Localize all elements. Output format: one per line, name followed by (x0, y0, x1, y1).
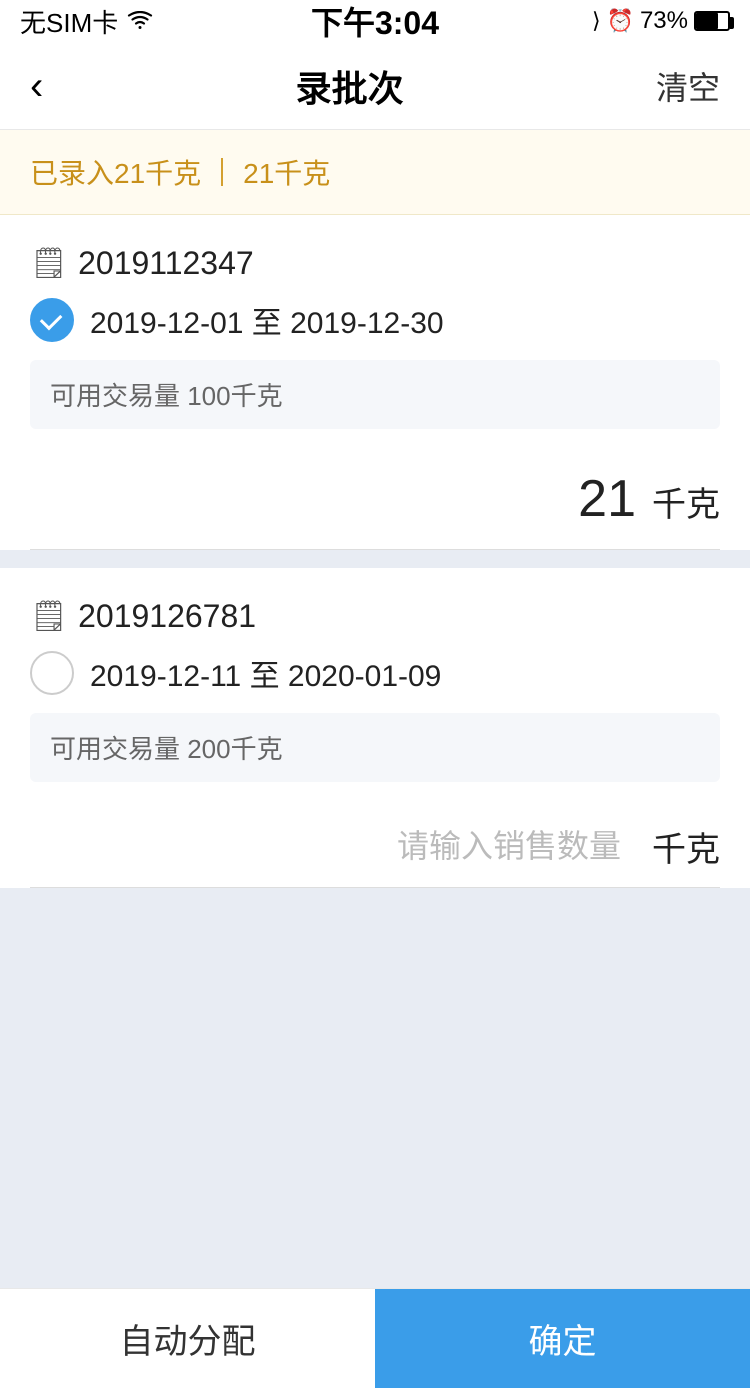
batch-2-input-row[interactable]: 千克 (0, 802, 750, 871)
batch-1-unit: 千克 (652, 477, 720, 526)
batch-1-date: 2019-12-01 至 2019-12-30 (90, 298, 444, 342)
batch-1-avail: 可用交易量 100千克 (30, 360, 720, 429)
battery-text: 73% (640, 7, 688, 35)
bottom-bar: 自动分配 确定 (0, 1288, 750, 1388)
nav-bar: ‹ 录批次 清空 (0, 42, 750, 130)
batch-card-2: 🗒 2019126781 2019-12-11 至 2020-01-09 可用交… (0, 568, 750, 888)
batch-1-amount-row: 21 千克 (0, 449, 750, 549)
batch-2-avail: 可用交易量 200千克 (30, 713, 720, 782)
status-right: ⟩ ⏰ 73% (592, 7, 730, 35)
info-banner: 已录入21千克 21千克 (0, 130, 750, 215)
battery-icon (694, 11, 730, 31)
batch-1-radio[interactable] (30, 298, 74, 342)
empty-area (0, 888, 750, 1288)
wifi-icon (126, 11, 154, 31)
page-title: 录批次 (296, 60, 404, 112)
batch-1-doc-icon: 🗒 (30, 246, 68, 281)
batch-1-id: 2019112347 (78, 245, 254, 282)
location-icon: ⟩ (592, 8, 601, 34)
sim-text: 无SIM卡 (20, 3, 118, 40)
status-time: 下午3:04 (311, 0, 439, 44)
quantity-input[interactable] (30, 828, 636, 865)
batch-1-date-row[interactable]: 2019-12-01 至 2019-12-30 (30, 298, 720, 342)
batch-item-1: 🗒 2019112347 2019-12-01 至 2019-12-30 可用交… (0, 215, 750, 429)
batch-2-unit: 千克 (652, 822, 720, 871)
batch-1-amount: 21 (578, 469, 636, 529)
batch-item-2: 🗒 2019126781 2019-12-11 至 2020-01-09 可用交… (0, 568, 750, 782)
info-value: 21千克 (243, 152, 330, 192)
batch-2-date: 2019-12-11 至 2020-01-09 (90, 651, 441, 695)
batch-2-doc-icon: 🗒 (30, 599, 68, 634)
info-recorded-label: 已录入21千克 (30, 152, 201, 192)
status-bar: 无SIM卡 下午3:04 ⟩ ⏰ 73% (0, 0, 750, 42)
batch-2-id: 2019126781 (78, 598, 256, 635)
batch-2-date-row[interactable]: 2019-12-11 至 2020-01-09 (30, 651, 720, 695)
batch-2-header: 🗒 2019126781 (30, 598, 720, 635)
confirm-button[interactable]: 确定 (375, 1289, 750, 1388)
auto-distribute-button[interactable]: 自动分配 (0, 1289, 375, 1388)
batch-card-1: 🗒 2019112347 2019-12-01 至 2019-12-30 可用交… (0, 215, 750, 550)
info-divider (221, 158, 223, 186)
alarm-icon: ⏰ (607, 8, 634, 34)
clear-button[interactable]: 清空 (656, 63, 720, 109)
batch-2-radio[interactable] (30, 651, 74, 695)
back-button[interactable]: ‹ (30, 66, 43, 106)
status-left: 无SIM卡 (20, 3, 154, 40)
card-separator (0, 550, 750, 568)
batch-1-header: 🗒 2019112347 (30, 245, 720, 282)
